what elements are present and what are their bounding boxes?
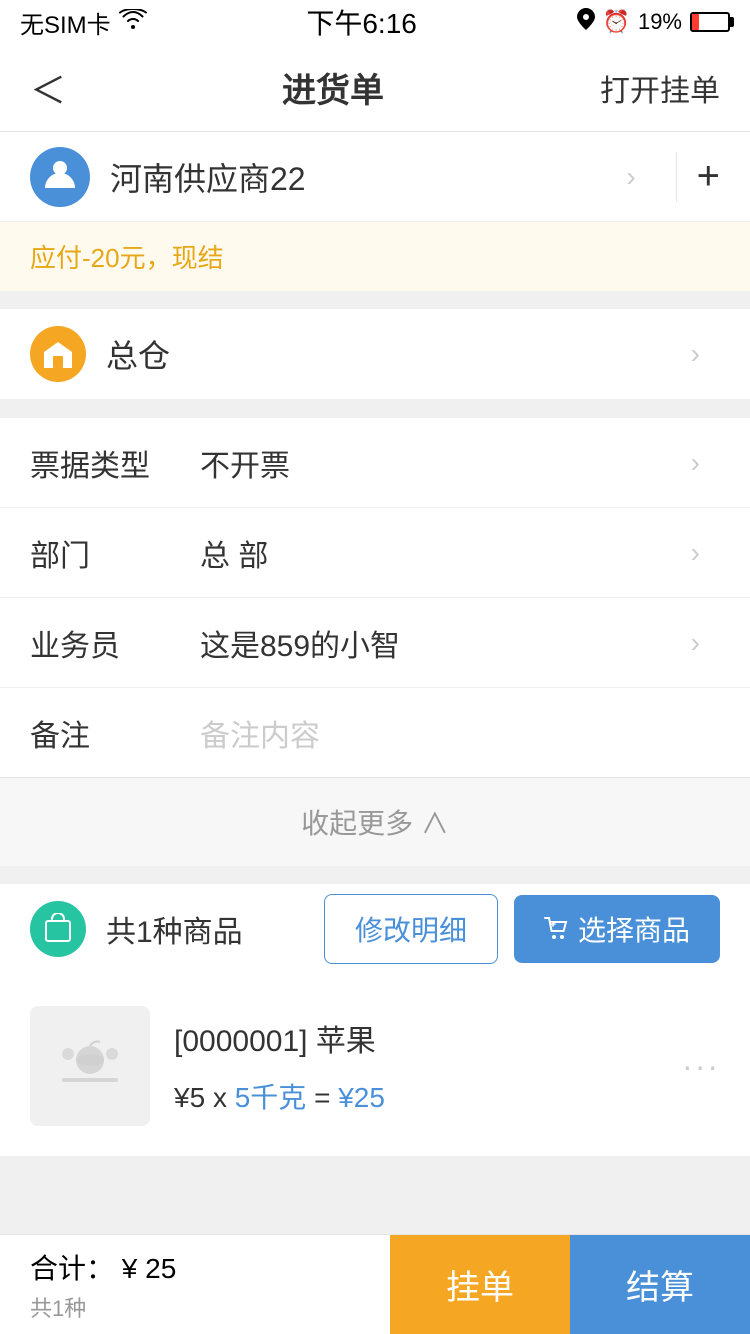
form-section: 票据类型 不开票 › 部门 总 部 › 业务员 这是859的小智 › 备注 备注…: [0, 417, 750, 866]
person-icon: [43, 156, 77, 198]
salesman-value: 这是859的小智: [190, 621, 691, 665]
price-multiply: x: [213, 1082, 235, 1113]
chevron-right-invoice: ›: [691, 447, 700, 479]
price-equals: =: [314, 1082, 338, 1113]
main-content: 河南供应商22 › + 应付-20元，现结 总仓 › 票据类型 不开票 › 部门…: [0, 132, 750, 1274]
invoice-row[interactable]: 票据类型 不开票 ›: [0, 417, 750, 507]
products-icon: [30, 901, 86, 957]
open-hangs-button[interactable]: 打开挂单: [600, 66, 720, 110]
product-total: ¥25: [338, 1082, 385, 1113]
department-value: 总 部: [190, 531, 691, 575]
product-quantity: 5千克: [235, 1082, 307, 1113]
salesman-row[interactable]: 业务员 这是859的小智 ›: [0, 597, 750, 687]
select-product-button[interactable]: 选择商品: [514, 895, 720, 963]
carrier-label: 无SIM卡: [20, 5, 111, 40]
department-row[interactable]: 部门 总 部 ›: [0, 507, 750, 597]
status-bar: 无SIM卡 下午6:16 ⏰ 19%: [0, 0, 750, 44]
collapse-bar[interactable]: 收起更多 ∧: [0, 777, 750, 866]
cart-icon: [544, 917, 570, 941]
product-info: [0000001] 苹果 ¥5 x 5千克 = ¥25: [174, 1016, 658, 1116]
chevron-right-salesman: ›: [691, 627, 700, 659]
location-icon: [577, 8, 595, 36]
add-supplier-button[interactable]: +: [697, 154, 720, 199]
product-thumbnail: [30, 1006, 150, 1126]
battery-label: 19%: [638, 9, 682, 35]
warehouse-icon: [30, 326, 86, 382]
products-header: 共1种商品 修改明细 选择商品: [0, 884, 750, 974]
status-right: ⏰ 19%: [577, 8, 730, 36]
chevron-right-warehouse: ›: [691, 338, 700, 370]
invoice-value: 不开票: [190, 441, 691, 485]
nav-bar: ＜ 进货单 打开挂单: [0, 44, 750, 132]
hang-button[interactable]: 挂单: [390, 1235, 570, 1334]
modify-detail-button[interactable]: 修改明细: [324, 894, 498, 964]
salesman-label: 业务员: [30, 621, 190, 665]
chevron-right-department: ›: [691, 537, 700, 569]
department-label: 部门: [30, 531, 190, 575]
product-item: [0000001] 苹果 ¥5 x 5千克 = ¥25 ···: [0, 976, 750, 1156]
select-product-label: 选择商品: [578, 909, 690, 949]
product-unit-price: ¥5: [174, 1082, 205, 1113]
invoice-label: 票据类型: [30, 441, 190, 485]
warehouse-section: 总仓 ›: [0, 309, 750, 399]
products-section: 共1种商品 修改明细 选择商品 [000000: [0, 884, 750, 1156]
page-title: 进货单: [282, 63, 384, 112]
wifi-icon: [119, 8, 147, 36]
supplier-notice: 应付-20元，现结: [0, 222, 750, 291]
product-title: 苹果: [316, 1025, 376, 1058]
alarm-icon: ⏰: [603, 9, 630, 35]
status-left: 无SIM卡: [20, 5, 147, 40]
product-more-button[interactable]: ···: [682, 1048, 720, 1085]
product-thumb-icon: [50, 1036, 130, 1096]
remark-row[interactable]: 备注 备注内容: [0, 687, 750, 777]
products-count: 共1种商品: [106, 907, 324, 951]
status-time: 下午6:16: [306, 2, 417, 42]
total-amount: ¥ 25: [122, 1253, 177, 1284]
warehouse-row[interactable]: 总仓 ›: [0, 309, 750, 399]
checkout-button[interactable]: 结算: [570, 1235, 750, 1334]
vertical-divider: [676, 152, 677, 202]
battery-icon: [690, 12, 730, 32]
product-price-row: ¥5 x 5千克 = ¥25: [174, 1076, 658, 1116]
total-count: 共1种: [30, 1291, 360, 1323]
supplier-row[interactable]: 河南供应商22 › +: [0, 132, 750, 222]
product-name: [0000001] 苹果: [174, 1016, 658, 1060]
total-row: 合计： ¥ 25: [30, 1247, 360, 1287]
warehouse-name: 总仓: [106, 331, 691, 377]
supplier-name: 河南供应商22: [110, 154, 626, 200]
chevron-right-icon: ›: [626, 161, 635, 193]
remark-label: 备注: [30, 711, 190, 755]
supplier-section: 河南供应商22 › + 应付-20元，现结: [0, 132, 750, 291]
total-label: 合计：: [30, 1253, 114, 1284]
back-button[interactable]: ＜: [30, 62, 66, 114]
product-code: [0000001]: [174, 1025, 307, 1058]
total-section: 合计： ¥ 25 共1种: [0, 1235, 390, 1334]
supplier-avatar: [30, 147, 90, 207]
remark-placeholder: 备注内容: [190, 711, 720, 755]
bottom-bar: 合计： ¥ 25 共1种 挂单 结算: [0, 1234, 750, 1334]
